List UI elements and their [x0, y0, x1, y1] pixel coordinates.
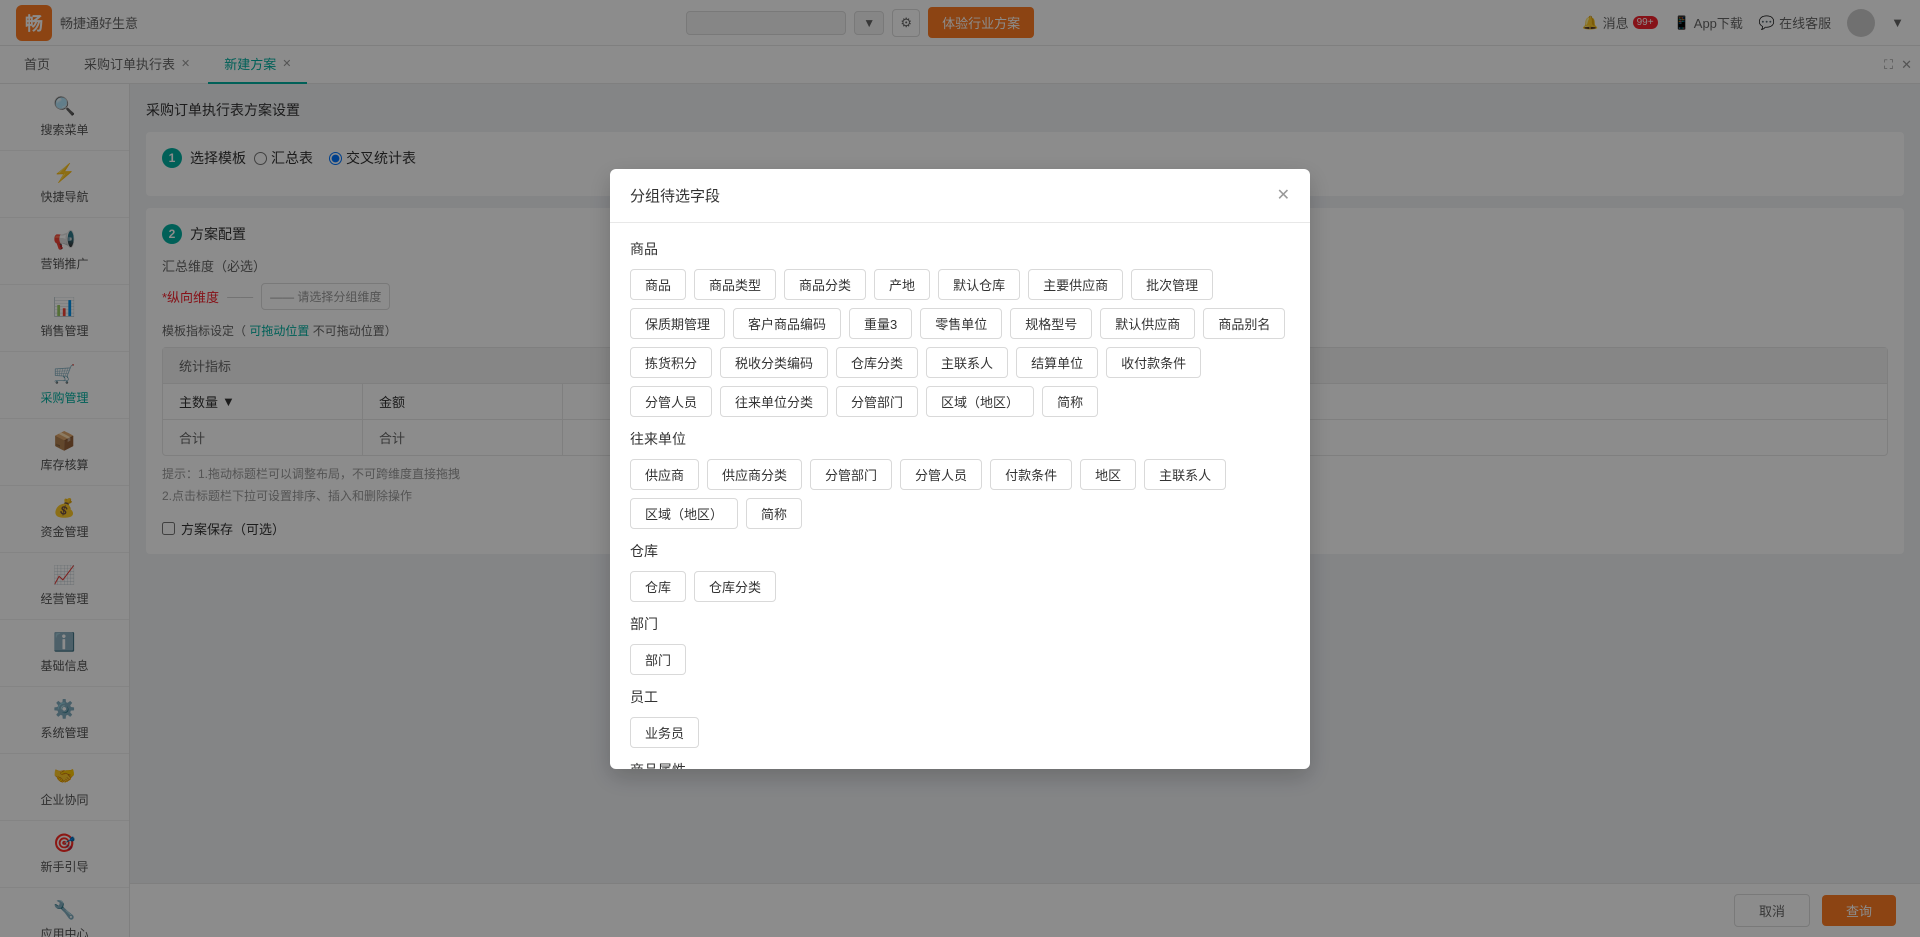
field-select-modal: 分组待选字段 ✕ 商品 商品 商品类型 商品分类 产地 默认仓库 主要供应商 批… [610, 169, 1310, 769]
field-tag-default-supplier[interactable]: 默认供应商 [1100, 308, 1195, 339]
field-tags-warehouse: 仓库 仓库分类 [630, 571, 1290, 602]
modal-close-button[interactable]: ✕ [1277, 185, 1290, 205]
field-tag-abbreviation[interactable]: 简称 [1042, 386, 1098, 417]
field-tag-product[interactable]: 商品 [630, 269, 686, 300]
field-tag-mgmt-dept[interactable]: 分管部门 [810, 459, 892, 490]
section-title-employee: 员工 [630, 687, 1290, 707]
field-tag-supervisor[interactable]: 分管人员 [630, 386, 712, 417]
field-tag-warehouse-cat[interactable]: 仓库分类 [694, 571, 776, 602]
field-tag-area[interactable]: 地区 [1080, 459, 1136, 490]
field-tag-weight3[interactable]: 重量3 [849, 308, 912, 339]
field-tag-origin[interactable]: 产地 [874, 269, 930, 300]
section-title-counterpart: 往来单位 [630, 429, 1290, 449]
field-tag-payment-condition[interactable]: 付款条件 [990, 459, 1072, 490]
modal-body: 商品 商品 商品类型 商品分类 产地 默认仓库 主要供应商 批次管理 保质期管理… [610, 223, 1310, 769]
field-tag-supplier[interactable]: 供应商 [630, 459, 699, 490]
field-tags-department: 部门 [630, 644, 1290, 675]
modal-title: 分组待选字段 [630, 185, 720, 206]
modal-overlay[interactable]: 分组待选字段 ✕ 商品 商品 商品类型 商品分类 产地 默认仓库 主要供应商 批… [0, 0, 1920, 937]
field-tags-counterpart: 供应商 供应商分类 分管部门 分管人员 付款条件 地区 主联系人 区域（地区） … [630, 459, 1290, 529]
field-tag-supplier-category[interactable]: 供应商分类 [707, 459, 802, 490]
field-tag-mgmt-person[interactable]: 分管人员 [900, 459, 982, 490]
field-tag-customer-code[interactable]: 客户商品编码 [733, 308, 841, 339]
field-tag-main-contact[interactable]: 主联系人 [926, 347, 1008, 378]
field-tag-spec-model[interactable]: 规格型号 [1010, 308, 1092, 339]
field-tags-employee: 业务员 [630, 717, 1290, 748]
section-title-department: 部门 [630, 614, 1290, 634]
field-tag-tax-code[interactable]: 税收分类编码 [720, 347, 828, 378]
field-tag-product-alias[interactable]: 商品别名 [1203, 308, 1285, 339]
field-tag-counterpart-category[interactable]: 往来单位分类 [720, 386, 828, 417]
field-tag-payment-terms[interactable]: 收付款条件 [1106, 347, 1201, 378]
section-title-warehouse: 仓库 [630, 541, 1290, 561]
field-tag-main-supplier[interactable]: 主要供应商 [1028, 269, 1123, 300]
field-tag-default-warehouse[interactable]: 默认仓库 [938, 269, 1020, 300]
field-tag-dept[interactable]: 分管部门 [836, 386, 918, 417]
field-tag-product-type[interactable]: 商品类型 [694, 269, 776, 300]
field-tag-salesperson[interactable]: 业务员 [630, 717, 699, 748]
field-tag-shelf-life[interactable]: 保质期管理 [630, 308, 725, 339]
section-title-product-attr: 商品属性 [630, 760, 1290, 769]
field-tag-warehouse[interactable]: 仓库 [630, 571, 686, 602]
field-tag-region[interactable]: 区域（地区） [926, 386, 1034, 417]
section-title-product: 商品 [630, 239, 1290, 259]
modal-header: 分组待选字段 ✕ [610, 169, 1310, 223]
field-tag-main-contact2[interactable]: 主联系人 [1144, 459, 1226, 490]
field-tags-product: 商品 商品类型 商品分类 产地 默认仓库 主要供应商 批次管理 保质期管理 客户… [630, 269, 1290, 417]
field-tag-department[interactable]: 部门 [630, 644, 686, 675]
field-tag-pick-points[interactable]: 拣货积分 [630, 347, 712, 378]
field-tag-warehouse-category[interactable]: 仓库分类 [836, 347, 918, 378]
field-tag-retail-unit[interactable]: 零售单位 [920, 308, 1002, 339]
field-tag-settlement-unit[interactable]: 结算单位 [1016, 347, 1098, 378]
field-tag-batch-mgmt[interactable]: 批次管理 [1131, 269, 1213, 300]
field-tag-abbreviation2[interactable]: 简称 [746, 498, 802, 529]
field-tag-product-category[interactable]: 商品分类 [784, 269, 866, 300]
field-tag-region2[interactable]: 区域（地区） [630, 498, 738, 529]
